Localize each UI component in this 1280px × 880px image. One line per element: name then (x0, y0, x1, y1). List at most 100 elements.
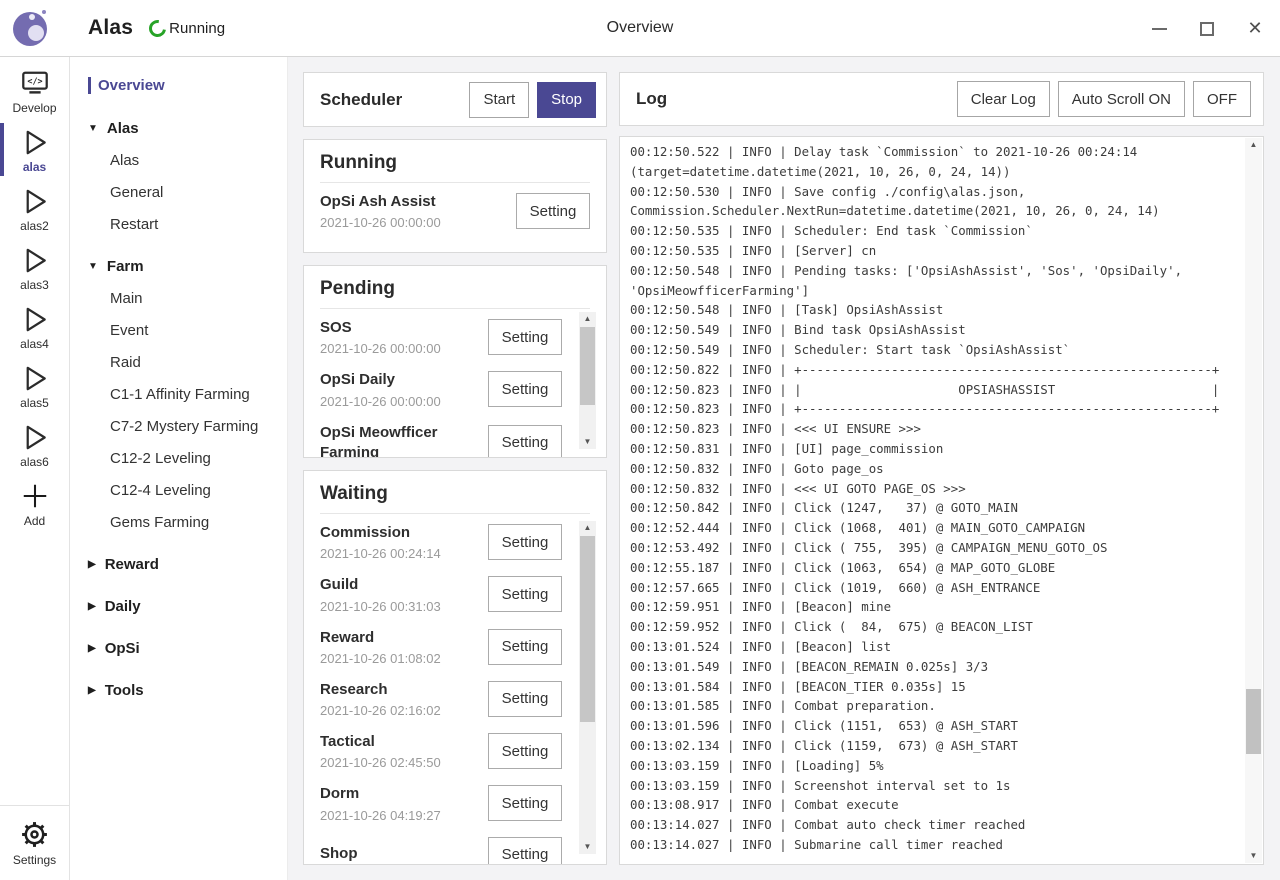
sidebar-item-alas4[interactable]: alas4 (0, 297, 69, 356)
start-button[interactable]: Start (469, 82, 529, 118)
task-next-run-time: 2021-10-26 00:00:00 (320, 394, 488, 409)
setting-button[interactable]: Setting (488, 371, 562, 407)
task-info: OpSi Ash Assist2021-10-26 00:00:00 (320, 192, 516, 230)
setting-button[interactable]: Setting (488, 319, 562, 355)
scroll-up-icon[interactable]: ▲ (1245, 138, 1262, 152)
task-info: Reward2021-10-26 01:08:02 (320, 628, 488, 666)
pending-heading: Pending (320, 278, 590, 309)
log-line: 00:12:50.522 | INFO | Delay task `Commis… (630, 142, 1235, 182)
setting-button[interactable]: Setting (516, 193, 590, 229)
task-info: Shop (320, 844, 488, 864)
sidebar-item-alas3[interactable]: alas3 (0, 238, 69, 297)
nav-group-farm[interactable]: ▼Farm (88, 258, 287, 275)
nav-item-c1-1-affinity-farming[interactable]: C1-1 Affinity Farming (110, 386, 287, 403)
scrollbar-thumb[interactable] (1246, 689, 1261, 754)
nav-item-c7-2-mystery-farming[interactable]: C7-2 Mystery Farming (110, 418, 287, 435)
log-line: 00:12:50.831 | INFO | [UI] page_commissi… (630, 439, 1235, 459)
waiting-heading: Waiting (320, 483, 590, 514)
sidebar-item-alas6[interactable]: alas6 (0, 415, 69, 474)
scroll-up-icon[interactable]: ▲ (579, 312, 596, 326)
nav-item-general[interactable]: General (110, 184, 287, 201)
triangle-right-icon: ▶ (88, 601, 96, 612)
nav-group-reward[interactable]: ▶Reward (88, 556, 287, 573)
setting-button[interactable]: Setting (488, 837, 562, 866)
task-name: Guild (320, 575, 488, 595)
pending-scrollbar[interactable]: ▲ ▼ (579, 312, 596, 449)
setting-button[interactable]: Setting (488, 681, 562, 717)
waiting-scrollbar[interactable]: ▲ ▼ (579, 521, 596, 854)
task-name: Dorm (320, 784, 488, 804)
title-bar: Alas Running Overview ✕ (0, 0, 1280, 57)
nav-item-restart[interactable]: Restart (110, 216, 287, 233)
nav-item-gems-farming[interactable]: Gems Farming (110, 514, 287, 531)
minimize-icon (1152, 28, 1167, 30)
nav-item-raid[interactable]: Raid (110, 354, 287, 371)
task-info: SOS2021-10-26 00:00:00 (320, 318, 488, 356)
task-next-run-time: 2021-10-26 02:16:02 (320, 703, 488, 718)
task-row-reward: Reward2021-10-26 01:08:02Setting (320, 621, 562, 673)
nav-item-event[interactable]: Event (110, 322, 287, 339)
setting-button[interactable]: Setting (488, 733, 562, 769)
setting-button[interactable]: Setting (488, 576, 562, 612)
nav-item-alas[interactable]: Alas (110, 152, 287, 169)
sidebar-item-add[interactable]: Add (0, 474, 69, 533)
stop-button[interactable]: Stop (537, 82, 596, 118)
triangle-down-icon: ▼ (88, 123, 98, 134)
log-panel[interactable]: 00:12:50.522 | INFO | Delay task `Commis… (619, 136, 1264, 865)
sidebar-item-label: alas (23, 160, 46, 174)
task-name: Research (320, 680, 488, 700)
maximize-button[interactable] (1196, 18, 1218, 40)
waiting-task-list: Commission2021-10-26 00:24:14SettingGuil… (304, 514, 606, 865)
task-name: Tactical (320, 732, 488, 752)
task-next-run-time: 2021-10-26 00:24:14 (320, 546, 488, 561)
log-line: 00:12:50.842 | INFO | Click (1247, 37) @… (630, 498, 1235, 518)
sidebar-item-alas5[interactable]: alas5 (0, 356, 69, 415)
log-text: 00:12:50.522 | INFO | Delay task `Commis… (620, 137, 1263, 864)
log-column: Log Clear Log Auto Scroll ON OFF 00:12:5… (619, 72, 1264, 865)
nav-item-c12-4-leveling[interactable]: C12-4 Leveling (110, 482, 287, 499)
app-title: Alas (88, 16, 133, 40)
log-line: 00:13:01.596 | INFO | Click (1151, 653) … (630, 716, 1235, 736)
log-line: 00:12:50.823 | INFO | +-----------------… (630, 399, 1235, 419)
nav-item-main[interactable]: Main (110, 290, 287, 307)
nav-group-alas[interactable]: ▼Alas (88, 120, 287, 137)
setting-button[interactable]: Setting (488, 425, 562, 458)
pending-task-list: SOS2021-10-26 00:00:00SettingOpSi Daily2… (304, 309, 606, 458)
nav-group-daily[interactable]: ▶ Daily (88, 598, 287, 615)
develop-icon: </> (20, 66, 50, 100)
scroll-up-icon[interactable]: ▲ (579, 521, 596, 535)
sidebar-item-alas[interactable]: alas (0, 120, 69, 179)
sidebar-item-alas2[interactable]: alas2 (0, 179, 69, 238)
log-line: 00:12:55.187 | INFO | Click (1063, 654) … (630, 558, 1235, 578)
setting-button[interactable]: Setting (488, 785, 562, 821)
nav-item-overview[interactable]: Overview (88, 77, 165, 94)
clear-log-button[interactable]: Clear Log (957, 81, 1050, 117)
sidebar-item-settings[interactable]: Settings (0, 814, 69, 870)
log-scrollbar[interactable]: ▲ ▼ (1245, 138, 1262, 863)
scrollbar-thumb[interactable] (580, 536, 595, 722)
running-panel: Running OpSi Ash Assist2021-10-26 00:00:… (303, 139, 607, 253)
log-line: 00:12:50.535 | INFO | Scheduler: End tas… (630, 221, 1235, 241)
nav-group-label: Daily (105, 598, 141, 615)
task-row-dorm: Dorm2021-10-26 04:19:27Setting (320, 777, 562, 829)
sidebar-item-develop[interactable]: </>Develop (0, 61, 69, 120)
scroll-down-icon[interactable]: ▼ (579, 840, 596, 854)
auto-scroll-on-button[interactable]: Auto Scroll ON (1058, 81, 1185, 117)
nav-group-opsi[interactable]: ▶OpSi (88, 640, 287, 657)
task-nav: Overview ▼Alas Alas General Restart ▼Farm Mai… (70, 57, 288, 880)
auto-scroll-off-button[interactable]: OFF (1193, 81, 1251, 117)
scroll-down-icon[interactable]: ▼ (579, 435, 596, 449)
nav-item-c12-2-leveling[interactable]: C12-2 Leveling (110, 450, 287, 467)
task-info: Research 2021-10-26 02:16:02 (320, 680, 488, 718)
waiting-panel: Waiting Commission2021-10-26 00:24:14Set… (303, 470, 607, 865)
sidebar-item-label: Settings (13, 853, 56, 867)
minimize-button[interactable] (1148, 18, 1170, 40)
scroll-down-icon[interactable]: ▼ (1245, 849, 1262, 863)
close-button[interactable]: ✕ (1244, 18, 1266, 40)
setting-button[interactable]: Setting (488, 524, 562, 560)
log-line: 00:13:01.549 | INFO | [BEACON_REMAIN 0.0… (630, 657, 1235, 677)
setting-button[interactable]: Setting (488, 629, 562, 665)
nav-group-tools[interactable]: ▶Tools (88, 682, 287, 699)
scrollbar-thumb[interactable] (580, 327, 595, 405)
log-line: 00:13:08.917 | INFO | Combat execute (630, 795, 1235, 815)
